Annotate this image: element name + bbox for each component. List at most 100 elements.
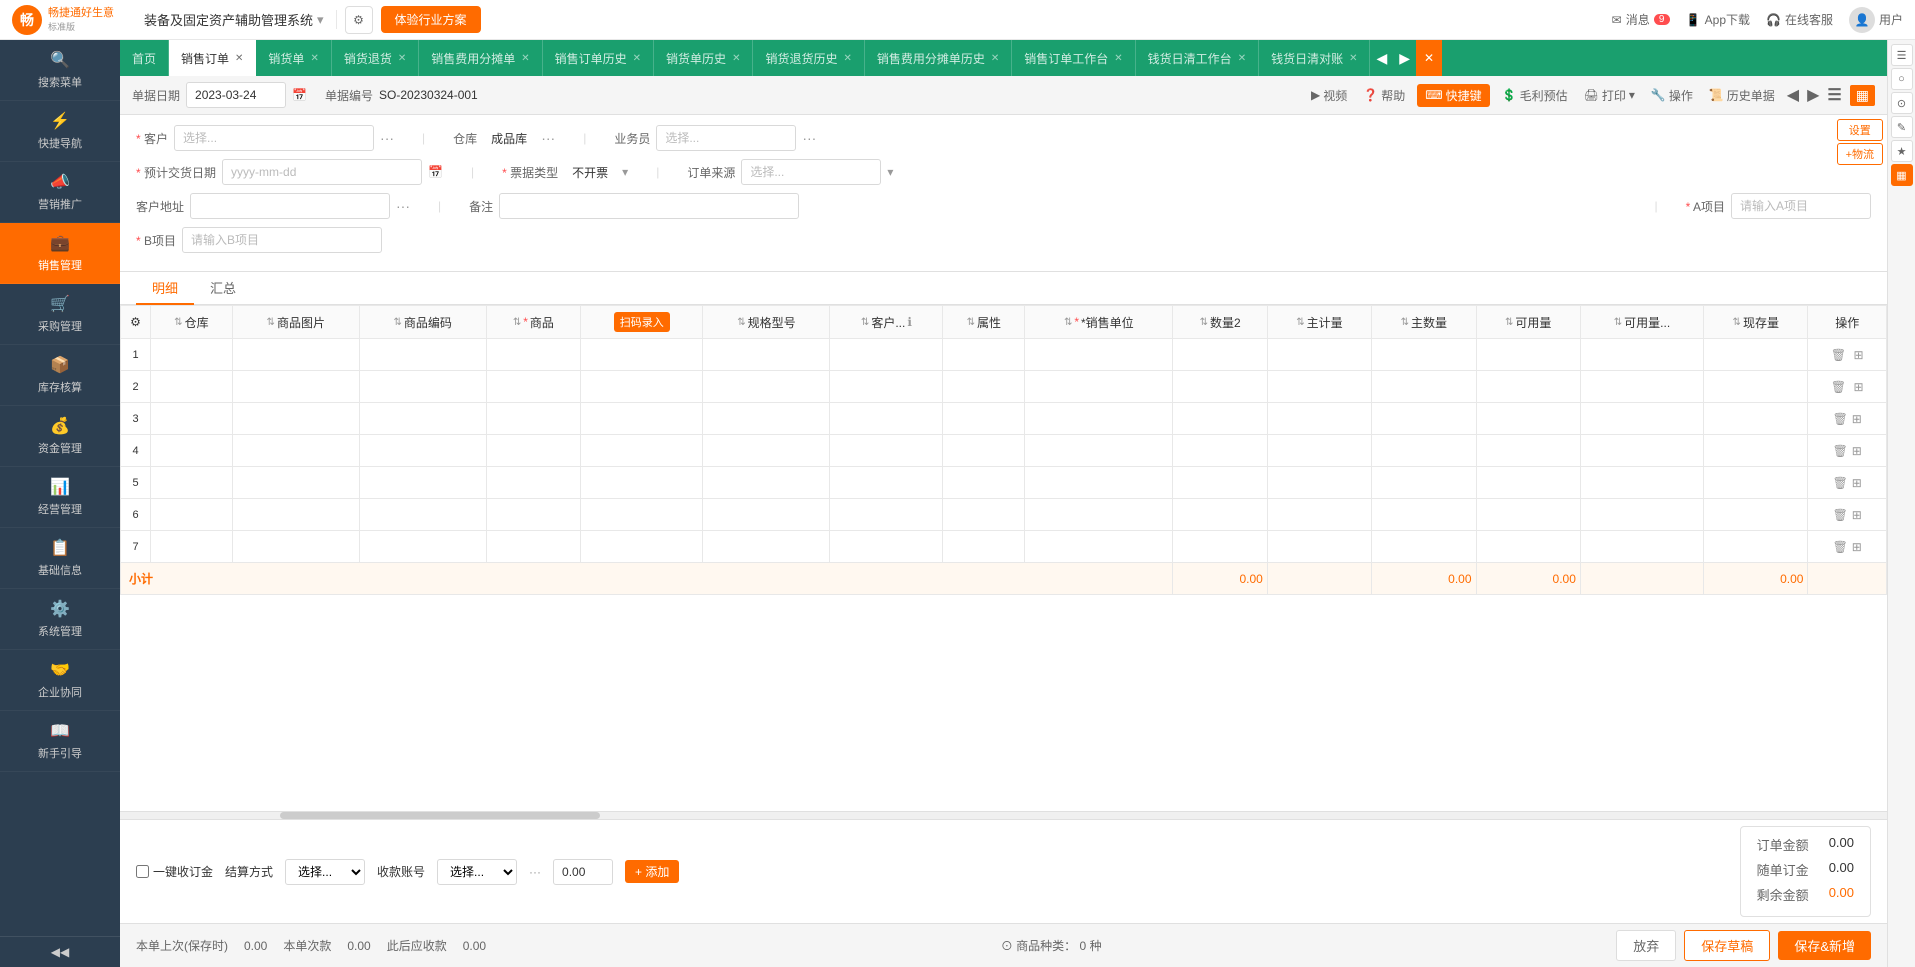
sidebar-item-enterprise[interactable]: 🤝 企业协同	[0, 650, 120, 711]
tab-home[interactable]: 首页	[120, 40, 169, 76]
tab-sales-order-workbench[interactable]: 销售订单工作台 ✕	[1012, 40, 1135, 76]
sidebar-item-sales[interactable]: 💼 销售管理	[0, 223, 120, 284]
copy-icon-5[interactable]: ⊞	[1852, 476, 1862, 490]
tab-cash-reconcile[interactable]: 钱货日清对账 ✕	[1259, 40, 1370, 76]
cell-qty2-2[interactable]	[1173, 371, 1267, 403]
sidebar-collapse-btn[interactable]: ◀◀	[0, 937, 120, 967]
tab-close-cash-reconcile[interactable]: ✕	[1349, 53, 1357, 64]
online-service-btn[interactable]: 🎧 在线客服	[1766, 11, 1833, 28]
industry-btn[interactable]: 体验行业方案	[381, 6, 481, 33]
tab-sales-return[interactable]: 销货退货 ✕	[332, 40, 419, 76]
cell-unit-1[interactable]	[1025, 339, 1173, 371]
product-count-icon[interactable]: ⊙	[1001, 939, 1013, 953]
profit-btn[interactable]: 💲 毛利预估	[1498, 85, 1572, 106]
tab-close-sales-return[interactable]: ✕	[398, 53, 406, 64]
card-view-btn[interactable]: ▦	[1850, 85, 1875, 106]
cell-qty2-1[interactable]	[1173, 339, 1267, 371]
tab-close-sales-order-history[interactable]: ✕	[633, 53, 641, 64]
amount-input[interactable]	[553, 859, 613, 885]
th-attribute[interactable]: ⇅属性	[943, 306, 1025, 339]
message-btn[interactable]: ✉ 消息 9	[1612, 11, 1670, 28]
a-project-input[interactable]	[1731, 193, 1871, 219]
tab-cash-daily-workbench[interactable]: 钱货日清工作台 ✕	[1136, 40, 1259, 76]
tab-close-sales-credit[interactable]: ✕	[310, 53, 318, 64]
mini-btn-circle[interactable]: ○	[1891, 68, 1913, 90]
save-new-btn[interactable]: 保存&新增	[1778, 931, 1871, 960]
th-main-qty[interactable]: ⇅主数量	[1372, 306, 1476, 339]
print-btn[interactable]: 🖨 打印 ▾	[1580, 85, 1639, 106]
date-input[interactable]	[186, 82, 286, 108]
cell-main-qty-2[interactable]	[1372, 371, 1476, 403]
order-source-dropdown[interactable]: ▾	[887, 165, 893, 179]
tab-close-sales-credit-history[interactable]: ✕	[732, 53, 740, 64]
th-gear[interactable]: ⚙	[121, 306, 151, 339]
tab-detail[interactable]: 明细	[136, 272, 194, 305]
b-project-input[interactable]	[182, 227, 382, 253]
next-record-btn[interactable]: ▶	[1807, 85, 1819, 105]
tab-sales-credit-history[interactable]: 销货单历史 ✕	[654, 40, 753, 76]
th-product[interactable]: ⇅*商品	[486, 306, 580, 339]
tab-next-btn[interactable]: ▶	[1393, 40, 1416, 76]
tab-sales-return-history[interactable]: 销货退货历史 ✕	[753, 40, 864, 76]
delete-icon-3[interactable]: 🗑	[1833, 412, 1848, 426]
history-btn[interactable]: 📜 历史单据	[1705, 85, 1779, 106]
cell-main-qty-1[interactable]	[1372, 339, 1476, 371]
print-arrow[interactable]: ▾	[1629, 88, 1635, 102]
shortcut-btn[interactable]: ⌨ 快捷键	[1417, 84, 1489, 107]
tab-sales-expense-history[interactable]: 销售费用分摊单历史 ✕	[865, 40, 1012, 76]
view-btn[interactable]: ▶ 视频	[1307, 85, 1351, 106]
operation-btn[interactable]: 🔧 操作	[1647, 85, 1697, 106]
tab-sales-expense-split[interactable]: 销售费用分摊单 ✕	[419, 40, 542, 76]
sidebar-item-search[interactable]: 🔍 搜索菜单	[0, 40, 120, 101]
th-sales-unit[interactable]: ⇅**销售单位	[1025, 306, 1173, 339]
cell-unit-2[interactable]	[1025, 371, 1173, 403]
delete-icon-1[interactable]: 🗑	[1831, 348, 1846, 362]
cell-warehouse-2[interactable]	[151, 371, 233, 403]
sidebar-item-purchase[interactable]: 🛒 采购管理	[0, 284, 120, 345]
mini-btn-dot-circle[interactable]: ⊙	[1891, 92, 1913, 114]
app-download-btn[interactable]: 📱 App下载	[1686, 11, 1750, 28]
cell-customer-2[interactable]	[830, 371, 943, 403]
copy-icon-4[interactable]: ⊞	[1852, 444, 1862, 458]
add-material-btn[interactable]: +物流	[1837, 143, 1883, 165]
delete-icon-4[interactable]: 🗑	[1833, 444, 1848, 458]
cell-code-2[interactable]	[359, 371, 486, 403]
copy-icon-7[interactable]: ⊞	[1852, 540, 1862, 554]
tab-close-cash-daily-workbench[interactable]: ✕	[1238, 53, 1246, 64]
order-source-input[interactable]	[741, 159, 881, 185]
cell-spec-2[interactable]	[703, 371, 830, 403]
save-draft-btn[interactable]: 保存草稿	[1684, 930, 1770, 961]
salesperson-expand[interactable]: ···	[802, 130, 816, 146]
cell-product-2[interactable]	[486, 371, 580, 403]
add-btn[interactable]: + 添加	[625, 860, 679, 883]
one-click-checkbox[interactable]	[136, 865, 149, 878]
system-title-arrow[interactable]: ▾	[317, 12, 324, 28]
payment-method-select[interactable]: 选择...	[285, 859, 365, 885]
copy-icon-3[interactable]: ⊞	[1852, 412, 1862, 426]
calendar-icon[interactable]: 📅	[292, 88, 307, 102]
tab-close-sales-expense-split[interactable]: ✕	[521, 53, 529, 64]
th-product-code[interactable]: ⇅商品编码	[359, 306, 486, 339]
cell-attr-1[interactable]	[943, 339, 1025, 371]
th-available-qty[interactable]: ⇅可用量	[1476, 306, 1580, 339]
prev-record-btn[interactable]: ◀	[1787, 85, 1799, 105]
sidebar-item-base-info[interactable]: 📋 基础信息	[0, 528, 120, 589]
delete-icon-7[interactable]: 🗑	[1833, 540, 1848, 554]
scan-btn[interactable]: 扫码录入	[614, 312, 670, 332]
th-main-unit[interactable]: ⇅主计量	[1267, 306, 1371, 339]
warehouse-expand[interactable]: ···	[541, 130, 555, 146]
th-customer-note[interactable]: ⇅客户...ℹ	[830, 306, 943, 339]
delete-icon-5[interactable]: 🗑	[1833, 476, 1848, 490]
help-btn[interactable]: ❓ 帮助	[1359, 85, 1409, 106]
cell-code-1[interactable]	[359, 339, 486, 371]
invoice-dropdown-icon[interactable]: ▾	[622, 165, 628, 179]
address-input[interactable]	[190, 193, 390, 219]
discard-btn[interactable]: 放弃	[1616, 930, 1676, 961]
note-input[interactable]	[499, 193, 799, 219]
user-btn[interactable]: 👤 用户	[1849, 7, 1903, 33]
tab-summary[interactable]: 汇总	[194, 272, 252, 305]
mini-btn-star[interactable]: ★	[1891, 140, 1913, 162]
th-current-stock[interactable]: ⇅现存量	[1704, 306, 1808, 339]
sidebar-item-marketing[interactable]: 📣 营销推广	[0, 162, 120, 223]
mini-btn-orange[interactable]: ▦	[1891, 164, 1913, 186]
